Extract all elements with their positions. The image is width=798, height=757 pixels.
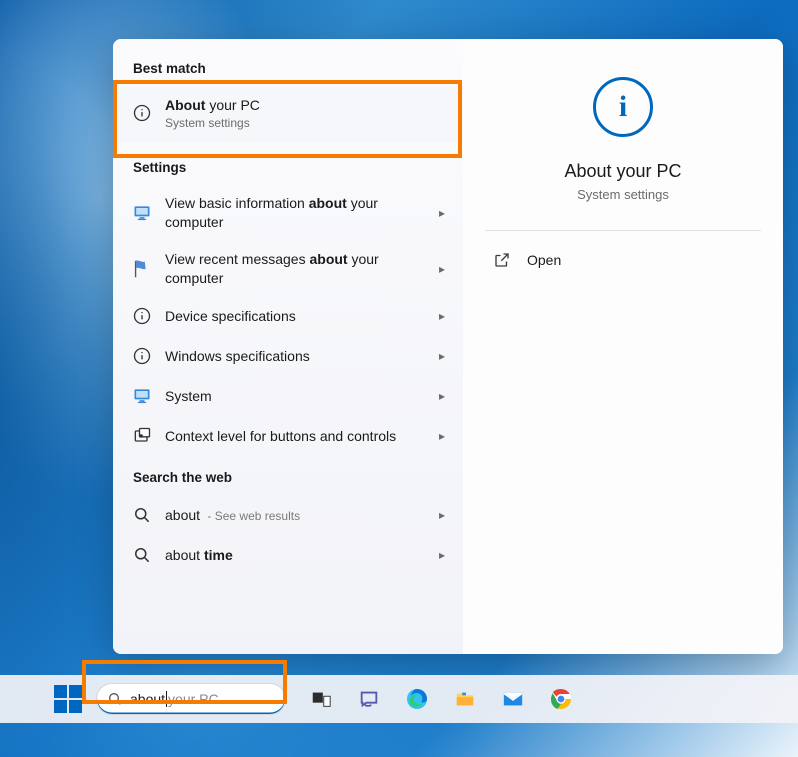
section-header-best-match: Best match — [113, 57, 463, 86]
flag-icon — [131, 258, 153, 280]
result-title: Windows specifications — [165, 347, 431, 366]
chevron-right-icon: ▸ — [439, 262, 445, 276]
chevron-right-icon: ▸ — [439, 309, 445, 323]
task-view-icon[interactable] — [308, 686, 334, 712]
result-title: View recent messages about your computer — [165, 250, 431, 288]
result-title: about time — [165, 546, 431, 565]
info-icon: i — [593, 77, 653, 137]
chevron-right-icon: ▸ — [439, 429, 445, 443]
settings-result-item[interactable]: Device specifications ▸ — [113, 296, 463, 336]
taskbar: about your PC — [0, 675, 798, 723]
result-title: Device specifications — [165, 307, 431, 326]
result-title: System — [165, 387, 431, 406]
best-match-subtitle: System settings — [165, 116, 445, 130]
result-title: about - See web results — [165, 506, 431, 525]
chevron-right-icon: ▸ — [439, 389, 445, 403]
web-result-item[interactable]: about time ▸ — [113, 535, 463, 575]
chevron-right-icon: ▸ — [439, 548, 445, 562]
search-typed-text: about — [130, 691, 165, 707]
start-button[interactable] — [54, 685, 82, 713]
chevron-right-icon: ▸ — [439, 349, 445, 363]
settings-result-item[interactable]: View basic information about your comput… — [113, 185, 463, 241]
info-icon — [131, 345, 153, 367]
square-dot-icon — [131, 425, 153, 447]
divider — [485, 230, 760, 231]
chrome-icon[interactable] — [548, 686, 574, 712]
search-results-panel: Best match About your PC System settings… — [113, 39, 783, 654]
search-suggestion-text: your PC — [168, 691, 219, 707]
preview-title: About your PC — [564, 161, 681, 182]
open-label: Open — [527, 252, 561, 268]
taskbar-search-box[interactable]: about your PC — [96, 683, 286, 715]
results-column: Best match About your PC System settings… — [113, 39, 463, 654]
best-match-item[interactable]: About your PC System settings — [113, 86, 463, 142]
file-explorer-icon[interactable] — [452, 686, 478, 712]
search-icon — [107, 691, 123, 707]
monitor-icon — [131, 385, 153, 407]
info-icon — [131, 305, 153, 327]
search-icon — [131, 544, 153, 566]
preview-column: i About your PC System settings Open — [463, 39, 783, 654]
result-title: View basic information about your comput… — [165, 194, 431, 232]
settings-result-item[interactable]: View recent messages about your computer… — [113, 241, 463, 297]
result-title: Context level for buttons and controls — [165, 427, 431, 446]
info-icon — [131, 102, 153, 124]
section-header-settings: Settings — [113, 146, 463, 185]
open-action[interactable]: Open — [463, 237, 783, 283]
open-external-icon — [493, 251, 511, 269]
settings-result-item[interactable]: Context level for buttons and controls ▸ — [113, 416, 463, 456]
mail-icon[interactable] — [500, 686, 526, 712]
settings-result-item[interactable]: Windows specifications ▸ — [113, 336, 463, 376]
monitor-icon — [131, 202, 153, 224]
text-cursor — [166, 691, 167, 707]
section-header-web: Search the web — [113, 456, 463, 495]
chevron-right-icon: ▸ — [439, 206, 445, 220]
chevron-right-icon: ▸ — [439, 508, 445, 522]
web-result-item[interactable]: about - See web results ▸ — [113, 495, 463, 535]
best-match-title: About your PC — [165, 96, 445, 115]
search-icon — [131, 504, 153, 526]
chat-icon[interactable] — [356, 686, 382, 712]
edge-icon[interactable] — [404, 686, 430, 712]
settings-result-item[interactable]: System ▸ — [113, 376, 463, 416]
preview-subtitle: System settings — [577, 187, 669, 202]
